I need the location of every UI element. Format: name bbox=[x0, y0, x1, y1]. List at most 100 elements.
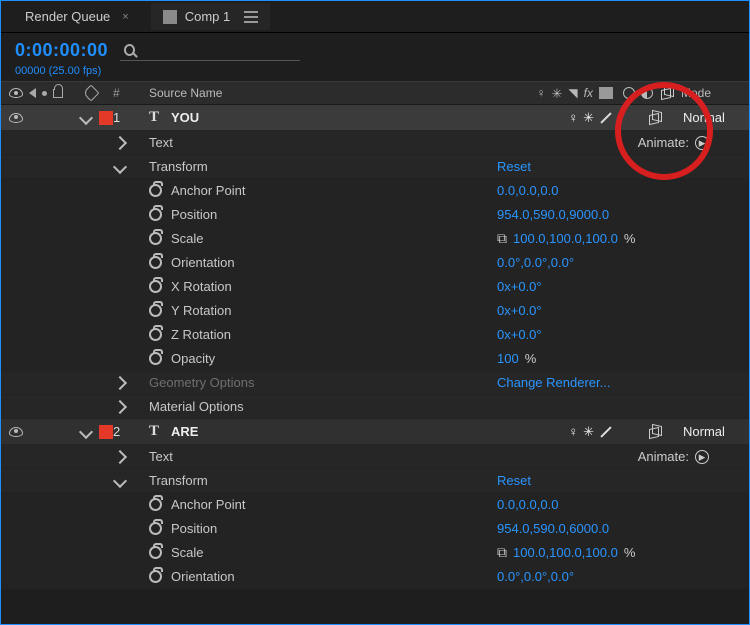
blend-mode[interactable]: Normal bbox=[675, 424, 749, 439]
index-column: # bbox=[113, 86, 149, 100]
3d-column-icon[interactable] bbox=[659, 86, 673, 100]
stopwatch-icon[interactable] bbox=[149, 280, 162, 293]
visibility-toggle[interactable] bbox=[9, 427, 23, 437]
quality-icon[interactable]: ◥ bbox=[568, 86, 577, 100]
property-label: Z Rotation bbox=[171, 327, 491, 342]
lock-column-icon[interactable] bbox=[53, 89, 63, 98]
stopwatch-icon[interactable] bbox=[149, 522, 162, 535]
property-x-rotation: X Rotation 0x+0.0° bbox=[1, 275, 749, 299]
audio-column-icon[interactable] bbox=[29, 88, 36, 98]
property-value[interactable]: 0.0°,0.0°,0.0° bbox=[491, 255, 749, 270]
current-time[interactable]: 0:00:00:00 bbox=[15, 40, 108, 61]
layer-row[interactable]: 2 T ARE ♀ ✳ Normal bbox=[1, 419, 749, 445]
timeline-search[interactable] bbox=[120, 39, 300, 61]
property-group-material[interactable]: Material Options bbox=[1, 395, 749, 419]
twirl-icon[interactable] bbox=[79, 110, 93, 124]
stopwatch-icon[interactable] bbox=[149, 256, 162, 269]
twirl-icon[interactable] bbox=[113, 375, 127, 389]
property-value[interactable]: 954.0,590.0,9000.0 bbox=[491, 207, 749, 222]
tab-render-queue[interactable]: Render Queue × bbox=[13, 3, 141, 30]
property-position: Position 954.0,590.0,6000.0 bbox=[1, 517, 749, 541]
group-label: Text bbox=[149, 449, 491, 464]
property-label: Opacity bbox=[171, 351, 491, 366]
property-value[interactable]: 0x+0.0° bbox=[491, 303, 749, 318]
source-name-column[interactable]: Source Name bbox=[149, 86, 491, 100]
property-position: Position 954.0,590.0,9000.0 bbox=[1, 203, 749, 227]
mode-column[interactable]: Mode bbox=[675, 86, 749, 100]
animate-menu-icon[interactable]: ▸ bbox=[695, 450, 709, 464]
twirl-icon[interactable] bbox=[113, 159, 127, 173]
shy-icon[interactable]: ♀ bbox=[537, 86, 546, 100]
collapse-switch[interactable]: ✳ bbox=[583, 425, 594, 438]
stopwatch-icon[interactable] bbox=[149, 328, 162, 341]
property-value[interactable]: 0.0,0.0,0.0 bbox=[491, 183, 749, 198]
property-value[interactable]: 954.0,590.0,6000.0 bbox=[491, 521, 749, 536]
property-value[interactable]: 0.0°,0.0°,0.0° bbox=[491, 569, 749, 584]
stopwatch-icon[interactable] bbox=[149, 546, 162, 559]
twirl-icon[interactable] bbox=[113, 473, 127, 487]
twirl-icon[interactable] bbox=[79, 424, 93, 438]
property-group-geometry[interactable]: Geometry Options Change Renderer... bbox=[1, 371, 749, 395]
property-group-transform[interactable]: Transform Reset bbox=[1, 469, 749, 493]
property-value[interactable]: ⧉100.0,100.0,100.0% bbox=[491, 544, 749, 561]
stopwatch-icon[interactable] bbox=[149, 352, 162, 365]
group-label: Transform bbox=[149, 159, 491, 174]
layer-name[interactable]: T ARE bbox=[149, 423, 491, 440]
property-value[interactable]: ⧉100.0,100.0,100.0% bbox=[491, 230, 749, 247]
property-group-transform[interactable]: Transform Reset bbox=[1, 155, 749, 179]
3d-switch[interactable] bbox=[647, 425, 661, 439]
change-renderer-link[interactable]: Change Renderer... bbox=[491, 375, 749, 390]
label-color[interactable] bbox=[99, 425, 113, 439]
close-icon[interactable]: × bbox=[122, 11, 128, 23]
twirl-icon[interactable] bbox=[113, 135, 127, 149]
frame-blend-icon[interactable] bbox=[599, 87, 613, 99]
quality-switch[interactable] bbox=[599, 111, 613, 125]
property-scale: Scale ⧉100.0,100.0,100.0% bbox=[1, 227, 749, 251]
solo-column-icon[interactable] bbox=[42, 91, 47, 96]
visibility-toggle[interactable] bbox=[9, 113, 23, 123]
stopwatch-icon[interactable] bbox=[149, 208, 162, 221]
twirl-icon[interactable] bbox=[113, 399, 127, 413]
quality-switch[interactable] bbox=[599, 425, 613, 439]
constrain-link-icon[interactable]: ⧉ bbox=[497, 230, 507, 247]
3d-switch[interactable] bbox=[647, 111, 661, 125]
twirl-icon[interactable] bbox=[113, 449, 127, 463]
label-column-icon[interactable] bbox=[83, 85, 100, 102]
reset-link[interactable]: Reset bbox=[491, 473, 749, 488]
label-color[interactable] bbox=[99, 111, 113, 125]
animate-menu-icon[interactable]: ▸ bbox=[695, 136, 709, 150]
panel-menu-icon[interactable] bbox=[244, 11, 258, 23]
stopwatch-icon[interactable] bbox=[149, 232, 162, 245]
tab-comp[interactable]: Comp 1 bbox=[151, 3, 271, 30]
layer-name-text: ARE bbox=[171, 424, 198, 439]
layer-name[interactable]: T YOU bbox=[149, 109, 491, 126]
layer-index: 1 bbox=[113, 110, 149, 125]
fx-icon[interactable]: fx bbox=[584, 86, 593, 100]
collapse-switch[interactable]: ✳ bbox=[583, 111, 594, 124]
shy-switch[interactable]: ♀ bbox=[568, 424, 578, 439]
property-value[interactable]: 0x+0.0° bbox=[491, 327, 749, 342]
property-group-text[interactable]: Text Animate:▸ bbox=[1, 131, 749, 155]
stopwatch-icon[interactable] bbox=[149, 570, 162, 583]
property-value[interactable]: 0.0,0.0,0.0 bbox=[491, 497, 749, 512]
adjustment-icon[interactable] bbox=[641, 87, 653, 99]
stopwatch-icon[interactable] bbox=[149, 184, 162, 197]
shy-switch[interactable]: ♀ bbox=[568, 110, 578, 125]
visibility-column-icon[interactable] bbox=[9, 88, 23, 98]
stopwatch-icon[interactable] bbox=[149, 304, 162, 317]
constrain-link-icon[interactable]: ⧉ bbox=[497, 544, 507, 561]
collapse-icon[interactable]: ✳ bbox=[552, 87, 563, 100]
motion-blur-icon[interactable] bbox=[623, 87, 635, 99]
property-opacity: Opacity 100% bbox=[1, 347, 749, 371]
layer-row[interactable]: 1 T YOU ♀ ✳ Normal bbox=[1, 105, 749, 131]
property-z-rotation: Z Rotation 0x+0.0° bbox=[1, 323, 749, 347]
blend-mode[interactable]: Normal bbox=[675, 110, 749, 125]
property-value[interactable]: 0x+0.0° bbox=[491, 279, 749, 294]
property-label: Y Rotation bbox=[171, 303, 491, 318]
reset-link[interactable]: Reset bbox=[491, 159, 749, 174]
stopwatch-icon[interactable] bbox=[149, 498, 162, 511]
property-group-text[interactable]: Text Animate:▸ bbox=[1, 445, 749, 469]
search-input[interactable] bbox=[141, 42, 296, 57]
property-value[interactable]: 100% bbox=[491, 351, 749, 366]
group-label: Text bbox=[149, 135, 491, 150]
